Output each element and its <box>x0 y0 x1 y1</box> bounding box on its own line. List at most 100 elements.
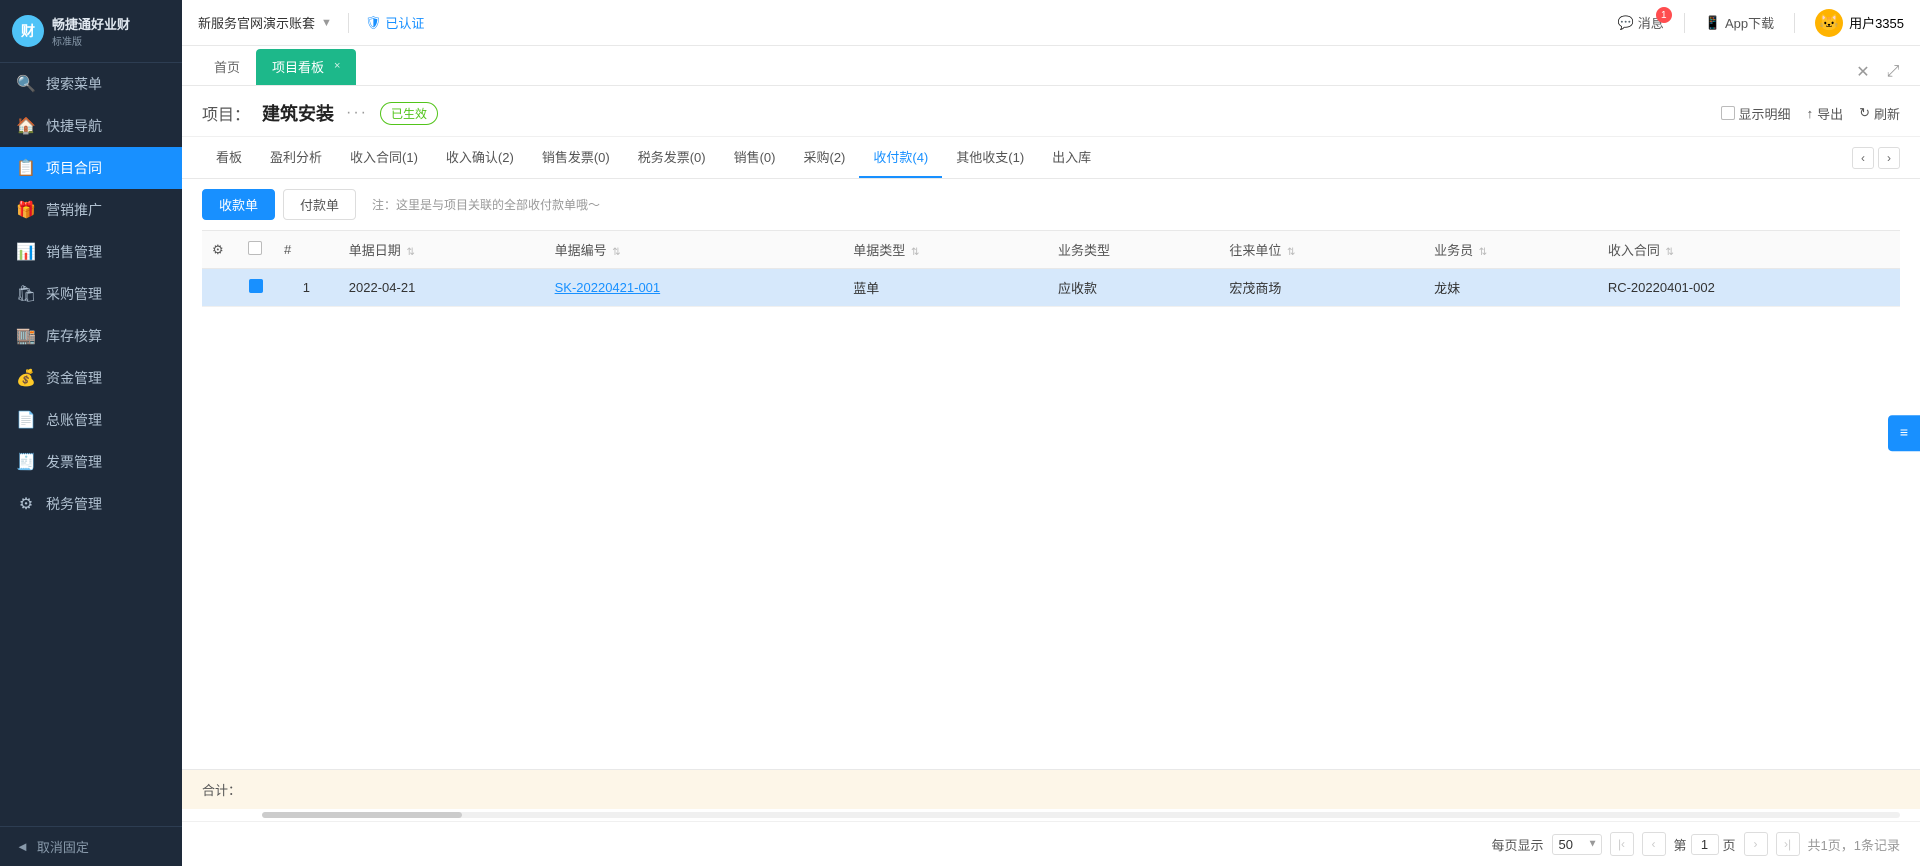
sub-tab-sales-label: 销售(0) <box>734 150 776 165</box>
row-partner-cell: 宏茂商场 <box>1219 269 1424 307</box>
tab-project-board[interactable]: 项目看板 × <box>256 49 356 85</box>
sidebar-item-ledger[interactable]: 📄 总账管理 <box>0 399 182 441</box>
sidebar-item-label: 采购管理 <box>46 284 102 304</box>
account-selector[interactable]: 新服务官网演示账套 ▼ <box>198 13 332 32</box>
scrollbar-thumb[interactable] <box>262 812 462 818</box>
select-all-checkbox[interactable] <box>248 241 262 255</box>
sidebar-item-label: 库存核算 <box>46 326 102 346</box>
row-code-cell[interactable]: SK-20220421-001 <box>545 269 844 307</box>
toggle-note: 注：这里是与项目关联的全部收付款单哦～ <box>372 196 600 213</box>
fab-right-icon: ≡ <box>1900 423 1908 443</box>
per-page-select[interactable]: 50 10 20 100 <box>1552 834 1602 855</box>
fab-right-button[interactable]: ≡ <box>1888 415 1920 451</box>
tab-close-icon[interactable]: × <box>334 60 340 72</box>
sidebar-item-quicknav[interactable]: 🏠 快捷导航 <box>0 105 182 147</box>
sidebar-unpin-button[interactable]: ◄ 取消固定 <box>0 826 182 866</box>
sidebar-item-capital[interactable]: 💰 资金管理 <box>0 357 182 399</box>
show-detail-toggle[interactable]: 显示明细 <box>1721 104 1791 123</box>
page-next-button[interactable]: › <box>1744 832 1768 856</box>
tab-close-window-button[interactable]: ✕ <box>1852 61 1874 83</box>
marketing-icon: 🎁 <box>16 200 36 220</box>
th-salesperson[interactable]: 业务员 ⇅ <box>1424 231 1598 269</box>
table-row[interactable]: 1 2022-04-21 SK-20220421-001 蓝单 应收款 宏茂商场… <box>202 269 1900 307</box>
row-income-contract-cell: RC-20220401-002 <box>1598 269 1900 307</box>
tab-maximize-button[interactable]: ⤢ <box>1882 61 1904 83</box>
sidebar-logo: 财 畅捷通好业财 标准版 <box>0 0 182 63</box>
tabbar-controls: ✕ ⤢ <box>1852 61 1904 85</box>
sub-tab-sales[interactable]: 销售(0) <box>720 137 790 178</box>
sub-tab-purchase[interactable]: 采购(2) <box>789 137 859 178</box>
content-area: 项目： 建筑安装 ··· 已生效 显示明细 ↑ 导出 ↻ 刷新 <box>182 86 1920 866</box>
th-checkbox[interactable] <box>238 231 274 269</box>
show-detail-label: 显示明细 <box>1739 104 1791 123</box>
sidebar-item-tax[interactable]: ⚙ 税务管理 <box>0 483 182 525</box>
row-checkbox[interactable] <box>249 279 263 293</box>
th-biz-type: 业务类型 <box>1048 231 1219 269</box>
sidebar-item-search[interactable]: 🔍 搜索菜单 <box>0 63 182 105</box>
account-name: 新服务官网演示账套 <box>198 13 315 32</box>
user-label: 用户3355 <box>1849 13 1904 32</box>
sub-tab-other-income[interactable]: 其他收支(1) <box>942 137 1038 178</box>
th-partner[interactable]: 往来单位 ⇅ <box>1219 231 1424 269</box>
ledger-icon: 📄 <box>16 410 36 430</box>
sub-tab-receive-pay[interactable]: 收付款(4) <box>859 137 942 178</box>
sidebar-item-label: 发票管理 <box>46 452 102 472</box>
row-date-cell: 2022-04-21 <box>339 269 545 307</box>
sort-code-icon: ⇅ <box>612 247 620 258</box>
message-button[interactable]: 💬 消息 1 <box>1618 13 1664 32</box>
user-menu[interactable]: 🐱 用户3355 <box>1815 9 1904 37</box>
table-body: 1 2022-04-21 SK-20220421-001 蓝单 应收款 宏茂商场… <box>202 269 1900 307</box>
sidebar-item-project[interactable]: 📋 项目合同 <box>0 147 182 189</box>
th-code[interactable]: 单据编号 ⇅ <box>545 231 844 269</box>
page-prev-button[interactable]: ‹ <box>1642 832 1666 856</box>
show-detail-checkbox[interactable] <box>1721 106 1735 120</box>
tab-home[interactable]: 首页 <box>198 49 256 85</box>
export-button[interactable]: ↑ 导出 <box>1807 104 1844 123</box>
user-avatar: 🐱 <box>1815 9 1843 37</box>
page-first-button[interactable]: |‹ <box>1610 832 1634 856</box>
export-label: 导出 <box>1817 104 1843 123</box>
pay-toggle-button[interactable]: 付款单 <box>283 189 356 220</box>
row-type-cell: 蓝单 <box>843 269 1048 307</box>
row-code-link[interactable]: SK-20220421-001 <box>555 280 661 295</box>
app-logo-icon: 财 <box>12 15 44 47</box>
sub-tab-income-contract[interactable]: 收入合同(1) <box>336 137 432 178</box>
sidebar-item-inventory[interactable]: 🏬 库存核算 <box>0 315 182 357</box>
th-type-label: 单据类型 <box>853 243 905 258</box>
refresh-button[interactable]: ↻ 刷新 <box>1859 104 1900 123</box>
receive-toggle-button[interactable]: 收款单 <box>202 189 275 220</box>
page-last-button[interactable]: ›| <box>1776 832 1800 856</box>
sidebar-item-marketing[interactable]: 🎁 营销推广 <box>0 189 182 231</box>
sub-tab-income-confirm[interactable]: 收入确认(2) <box>432 137 528 178</box>
sub-tab-income-contract-label: 收入合同(1) <box>350 150 418 165</box>
sidebar-item-invoice[interactable]: 🧾 发票管理 <box>0 441 182 483</box>
topbar-divider-2 <box>1684 13 1685 33</box>
sub-tab-sales-invoice-label: 销售发票(0) <box>542 150 610 165</box>
th-settings[interactable]: ⚙ <box>202 231 238 269</box>
sub-tab-inout[interactable]: 出入库 <box>1038 137 1105 178</box>
invoice-icon: 🧾 <box>16 452 36 472</box>
sub-tab-board[interactable]: 看板 <box>202 137 256 178</box>
settings-icon: ⚙ <box>212 242 224 257</box>
scrollbar-track <box>262 812 1900 818</box>
sidebar-item-purchase[interactable]: 🛍 采购管理 <box>0 273 182 315</box>
sub-tabs-next-button[interactable]: › <box>1878 147 1900 169</box>
th-num: # <box>274 231 339 269</box>
app-download-button[interactable]: 📱 App下载 <box>1705 13 1774 32</box>
sub-tab-profit[interactable]: 盈利分析 <box>256 137 336 178</box>
sub-tabs-prev-button[interactable]: ‹ <box>1852 147 1874 169</box>
th-income-contract[interactable]: 收入合同 ⇅ <box>1598 231 1900 269</box>
th-salesperson-label: 业务员 <box>1434 243 1473 258</box>
sidebar-item-label: 税务管理 <box>46 494 102 514</box>
sub-tab-profit-label: 盈利分析 <box>270 150 322 165</box>
horizontal-scrollbar[interactable] <box>182 809 1920 821</box>
table-header-row: ⚙ # 单据日期 ⇅ 单据编号 ⇅ <box>202 231 1900 269</box>
project-more-button[interactable]: ··· <box>346 104 368 122</box>
sub-tab-sales-invoice[interactable]: 销售发票(0) <box>528 137 624 178</box>
sales-icon: 📊 <box>16 242 36 262</box>
sub-tab-tax-invoice[interactable]: 税务发票(0) <box>624 137 720 178</box>
row-checkbox-cell[interactable] <box>238 269 274 307</box>
sidebar-item-sales[interactable]: 📊 销售管理 <box>0 231 182 273</box>
th-date[interactable]: 单据日期 ⇅ <box>339 231 545 269</box>
th-type[interactable]: 单据类型 ⇅ <box>843 231 1048 269</box>
